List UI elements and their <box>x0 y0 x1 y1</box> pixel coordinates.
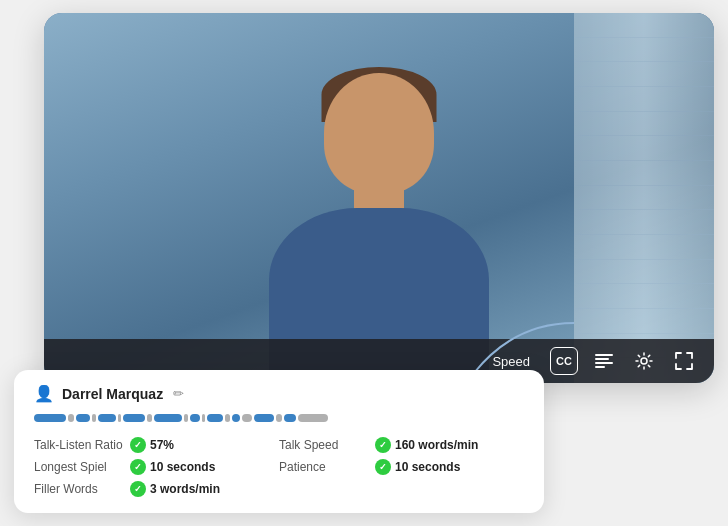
stat-row-talk-speed: Talk Speed ✓ 160 words/min <box>279 437 524 453</box>
stats-grid: Talk-Listen Ratio ✓ 57% Talk Speed ✓ 160… <box>34 437 524 497</box>
svg-point-4 <box>641 358 647 364</box>
speed-label: Speed <box>492 354 530 369</box>
stat-row-longest-spiel: Longest Spiel ✓ 10 seconds <box>34 459 279 475</box>
check-icon-2: ✓ <box>375 437 391 453</box>
background-blinds <box>574 13 714 383</box>
stats-header: 👤 Darrel Marquaz ✏ <box>34 384 524 403</box>
timeline-segment <box>284 414 296 422</box>
longest-spiel-label: Longest Spiel <box>34 460 124 474</box>
timeline-segment <box>92 414 96 422</box>
cc-label: CC <box>556 355 572 367</box>
stat-row-talk-listen: Talk-Listen Ratio ✓ 57% <box>34 437 279 453</box>
svg-rect-1 <box>595 358 609 360</box>
svg-rect-2 <box>595 362 613 364</box>
timeline-segment <box>298 414 328 422</box>
talk-listen-label: Talk-Listen Ratio <box>34 438 124 452</box>
timeline-segment <box>147 414 152 422</box>
check-icon-5: ✓ <box>130 481 146 497</box>
longest-spiel-value: ✓ 10 seconds <box>130 459 215 475</box>
timeline-segment <box>184 414 188 422</box>
timeline-segment <box>207 414 223 422</box>
timeline-segment <box>98 414 116 422</box>
talk-speed-label: Talk Speed <box>279 438 369 452</box>
svg-rect-3 <box>595 366 605 368</box>
person-figure <box>209 43 549 383</box>
cc-button[interactable]: CC <box>550 347 578 375</box>
timeline-segment <box>242 414 252 422</box>
timeline-segment <box>232 414 240 422</box>
video-player: Speed CC <box>44 13 714 383</box>
timeline-segment <box>254 414 274 422</box>
svg-rect-0 <box>595 354 613 356</box>
talk-speed-value: ✓ 160 words/min <box>375 437 478 453</box>
stat-row-patience: Patience ✓ 10 seconds <box>279 459 524 475</box>
timeline-segment <box>190 414 200 422</box>
patience-value: ✓ 10 seconds <box>375 459 460 475</box>
timeline-segment <box>34 414 66 422</box>
stat-row-filler-words: Filler Words ✓ 3 words/min <box>34 481 279 497</box>
timeline-segment <box>225 414 230 422</box>
patience-label: Patience <box>279 460 369 474</box>
timeline-segment <box>276 414 282 422</box>
filler-words-label: Filler Words <box>34 482 124 496</box>
check-icon: ✓ <box>130 437 146 453</box>
timeline-segment <box>123 414 145 422</box>
fullscreen-button[interactable] <box>670 347 698 375</box>
timeline-segment <box>202 414 205 422</box>
timeline-segment <box>68 414 74 422</box>
person-icon: 👤 <box>34 384 54 403</box>
transcript-button[interactable] <box>590 347 618 375</box>
check-icon-4: ✓ <box>375 459 391 475</box>
talk-listen-value: ✓ 57% <box>130 437 174 453</box>
check-icon-3: ✓ <box>130 459 146 475</box>
timeline-bar <box>34 411 524 425</box>
stats-card: 👤 Darrel Marquaz ✏ Talk-Listen Ratio ✓ 5… <box>14 370 544 513</box>
filler-words-value: ✓ 3 words/min <box>130 481 220 497</box>
timeline-segment <box>154 414 182 422</box>
timeline-segment <box>118 414 121 422</box>
settings-button[interactable] <box>630 347 658 375</box>
edit-icon[interactable]: ✏ <box>173 386 184 401</box>
timeline-segment <box>76 414 90 422</box>
user-name: Darrel Marquaz <box>62 386 163 402</box>
